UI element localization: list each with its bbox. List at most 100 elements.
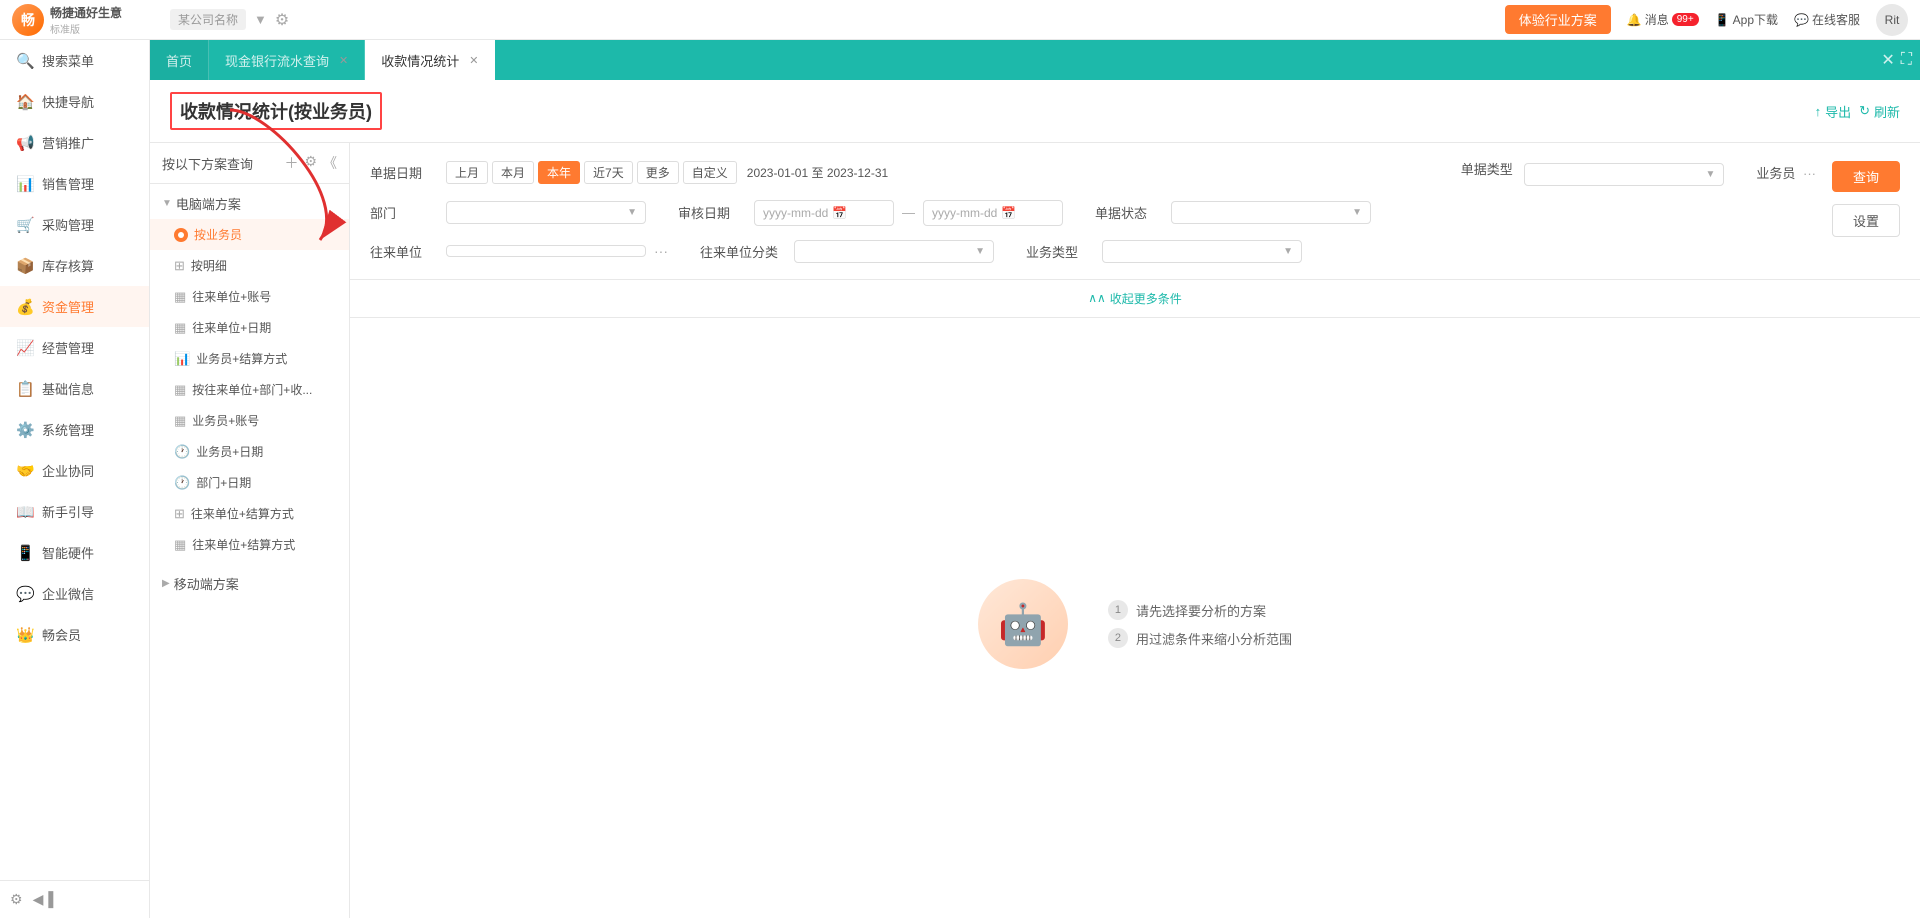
sidebar-item-search[interactable]: 🔍 搜索菜单 bbox=[0, 40, 149, 81]
collapse-sidebar-icon[interactable]: ◀▐ bbox=[33, 891, 54, 908]
biz-type-select[interactable]: ▼ bbox=[1102, 240, 1302, 263]
tab-maximize-btn[interactable]: ⛶ bbox=[1901, 51, 1912, 69]
sidebar-item-hardware[interactable]: 📱 智能硬件 bbox=[0, 532, 149, 573]
purchase-icon: 🛒 bbox=[16, 216, 34, 234]
refresh-btn[interactable]: ↻ 刷新 bbox=[1859, 102, 1900, 121]
date-btn-lastmonth[interactable]: 上月 bbox=[446, 161, 488, 184]
counterpart-cat-select[interactable]: ▼ bbox=[794, 240, 994, 263]
collapse-more-conditions[interactable]: ∧∧ 收起更多条件 bbox=[350, 280, 1920, 318]
scheme-item-partner-payment2[interactable]: ▦ 往来单位+结算方式 bbox=[150, 529, 349, 560]
review-date-end[interactable]: yyyy-mm-dd 📅 bbox=[923, 200, 1063, 226]
empty-content: 🤖 1 请先选择要分析的方案 2 用过滤条件来缩小分析范围 bbox=[978, 579, 1292, 669]
sidebar-item-marketing[interactable]: 📢 营销推广 bbox=[0, 122, 149, 163]
calendar-start-icon[interactable]: 📅 bbox=[832, 206, 847, 220]
notification-btn[interactable]: 🔔 消息 99+ bbox=[1627, 11, 1699, 28]
query-button[interactable]: 查询 bbox=[1832, 161, 1900, 192]
salesman-area: 业务员 ··· bbox=[1756, 163, 1816, 182]
sidebar-item-inventory[interactable]: 📦 库存核算 bbox=[0, 245, 149, 286]
filter-rows-left: 单据日期 上月 本月 本年 近7天 更多 bbox=[370, 159, 1816, 263]
settings-icon[interactable]: ⚙ bbox=[275, 10, 289, 30]
filter-row-date: 单据日期 上月 本月 本年 近7天 更多 bbox=[370, 159, 1816, 186]
settings-button[interactable]: 设置 bbox=[1832, 204, 1900, 237]
sidebar-label-operation: 经营管理 bbox=[42, 338, 94, 357]
pc-scheme-section: ▼ 电脑端方案 按业务员 ⊞ 按明细 bbox=[150, 184, 349, 564]
pc-scheme-header[interactable]: ▼ 电脑端方案 bbox=[150, 188, 349, 219]
date-btn-custom[interactable]: 自定义 bbox=[683, 161, 737, 184]
trial-button[interactable]: 体验行业方案 bbox=[1505, 5, 1611, 34]
logo-title: 畅捷通好生意 bbox=[50, 4, 122, 21]
scheme-item-salesman-payment[interactable]: 📊 业务员+结算方式 bbox=[150, 343, 349, 374]
sidebar-item-operation[interactable]: 📈 经营管理 bbox=[0, 327, 149, 368]
sidebar-item-quicknav[interactable]: 🏠 快捷导航 bbox=[0, 81, 149, 122]
tab-bank-flow-close[interactable]: ✕ bbox=[339, 54, 348, 67]
header-right: 体验行业方案 🔔 消息 99+ 📱 App下载 💬 在线客服 Rit bbox=[1505, 4, 1908, 36]
dept-chevron: ▼ bbox=[627, 207, 637, 218]
add-scheme-btn[interactable]: ＋ bbox=[284, 153, 298, 173]
page-header-actions: ↑ 导出 ↻ 刷新 bbox=[1815, 102, 1900, 121]
scheme-settings-btn[interactable]: ⚙ bbox=[304, 153, 317, 173]
date-btn-more[interactable]: 更多 bbox=[637, 161, 679, 184]
scheme-header-left: 按以下方案查询 bbox=[162, 154, 253, 173]
doc-status-label: 单据状态 bbox=[1095, 203, 1155, 222]
scheme-item-partner-payment1[interactable]: ⊞ 往来单位+结算方式 bbox=[150, 498, 349, 529]
export-btn[interactable]: ↑ 导出 bbox=[1815, 102, 1852, 121]
scheme-item-dept-date[interactable]: 🕐 部门+日期 bbox=[150, 467, 349, 498]
scheme-header-title: 按以下方案查询 bbox=[162, 154, 253, 173]
online-service-btn[interactable]: 💬 在线客服 bbox=[1794, 11, 1860, 28]
date-btn-thisyear[interactable]: 本年 bbox=[538, 161, 580, 184]
doc-type-select[interactable]: ▼ bbox=[1524, 163, 1724, 186]
dept-select[interactable]: ▼ bbox=[446, 201, 646, 224]
scheme-item-salesman[interactable]: 按业务员 bbox=[150, 219, 349, 250]
sidebar-item-wechat[interactable]: 💬 企业微信 bbox=[0, 573, 149, 614]
sidebar-item-system[interactable]: ⚙️ 系统管理 bbox=[0, 409, 149, 450]
sidebar-item-purchase[interactable]: 🛒 采购管理 bbox=[0, 204, 149, 245]
tab-collection-stats[interactable]: 收款情况统计 ✕ bbox=[365, 40, 495, 80]
empty-state: 🤖 1 请先选择要分析的方案 2 用过滤条件来缩小分析范围 bbox=[350, 318, 1920, 918]
filter-row-dept: 部门 ▼ 审核日期 yyyy-mm-dd bbox=[370, 200, 1816, 226]
chevron-down-icon[interactable]: ▼ bbox=[254, 12, 267, 27]
mobile-scheme-header[interactable]: ▶ 移动端方案 bbox=[150, 568, 349, 599]
empty-steps: 1 请先选择要分析的方案 2 用过滤条件来缩小分析范围 bbox=[1108, 600, 1292, 648]
export-label: 导出 bbox=[1825, 102, 1851, 121]
chart-icon: 📊 bbox=[174, 351, 190, 367]
settings-bottom-icon[interactable]: ⚙ bbox=[10, 891, 23, 908]
scheme-label-detail: 按明细 bbox=[191, 257, 227, 274]
sidebar-item-basic[interactable]: 📋 基础信息 bbox=[0, 368, 149, 409]
doc-status-select[interactable]: ▼ bbox=[1171, 201, 1371, 224]
date-btn-7days[interactable]: 近7天 bbox=[584, 161, 633, 184]
scheme-item-detail[interactable]: ⊞ 按明细 bbox=[150, 250, 349, 281]
tab-collection-stats-close[interactable]: ✕ bbox=[469, 54, 478, 67]
counterpart-select[interactable] bbox=[446, 245, 646, 257]
sidebar-item-sales[interactable]: 📊 销售管理 bbox=[0, 163, 149, 204]
calendar-end-icon[interactable]: 📅 bbox=[1001, 206, 1016, 220]
tab-home[interactable]: 首页 bbox=[150, 40, 209, 80]
counterpart-more-icon[interactable]: ··· bbox=[654, 243, 668, 259]
sidebar-item-finance[interactable]: 💰 资金管理 bbox=[0, 286, 149, 327]
salesman-more-icon[interactable]: ··· bbox=[1803, 166, 1816, 181]
sidebar-label-wechat: 企业微信 bbox=[42, 584, 94, 603]
sidebar-item-vip[interactable]: 👑 畅会员 bbox=[0, 614, 149, 655]
review-date-start[interactable]: yyyy-mm-dd 📅 bbox=[754, 200, 894, 226]
collapse-up-icon: ∧∧ bbox=[1088, 291, 1106, 305]
tab-bank-flow[interactable]: 现金银行流水查询 ✕ bbox=[209, 40, 365, 80]
scheme-panel: 按以下方案查询 ＋ ⚙ 《 ▼ 电脑端方案 bbox=[150, 143, 350, 918]
salesman-label: 业务员 bbox=[1756, 166, 1795, 181]
scheme-item-partner-dept[interactable]: ▦ 按往来单位+部门+收... bbox=[150, 374, 349, 405]
scheme-item-partner-account[interactable]: ▦ 往来单位+账号 bbox=[150, 281, 349, 312]
scheme-item-salesman-acct[interactable]: ▦ 业务员+账号 bbox=[150, 405, 349, 436]
app-download-btn[interactable]: 📱 App下载 bbox=[1715, 11, 1778, 28]
biz-type-label: 业务类型 bbox=[1026, 242, 1086, 261]
notification-label: 消息 bbox=[1645, 11, 1669, 28]
date-btn-thismonth[interactable]: 本月 bbox=[492, 161, 534, 184]
scheme-item-partner-date[interactable]: ▦ 往来单位+日期 bbox=[150, 312, 349, 343]
avatar[interactable]: Rit bbox=[1876, 4, 1908, 36]
tab-close-window-btn[interactable]: ✕ bbox=[1881, 50, 1894, 70]
query-panel: 单据日期 上月 本月 本年 近7天 更多 bbox=[350, 143, 1920, 918]
sidebar-item-guide[interactable]: 📖 新手引导 bbox=[0, 491, 149, 532]
bell-icon: 🔔 bbox=[1627, 13, 1642, 27]
scheme-collapse-btn[interactable]: 《 bbox=[323, 153, 337, 173]
sidebar-item-collab[interactable]: 🤝 企业协同 bbox=[0, 450, 149, 491]
mobile-scheme-label: 移动端方案 bbox=[174, 574, 239, 593]
scheme-item-salesman-date[interactable]: 🕐 业务员+日期 bbox=[150, 436, 349, 467]
scheme-header-icons: ＋ ⚙ 《 bbox=[284, 153, 337, 173]
